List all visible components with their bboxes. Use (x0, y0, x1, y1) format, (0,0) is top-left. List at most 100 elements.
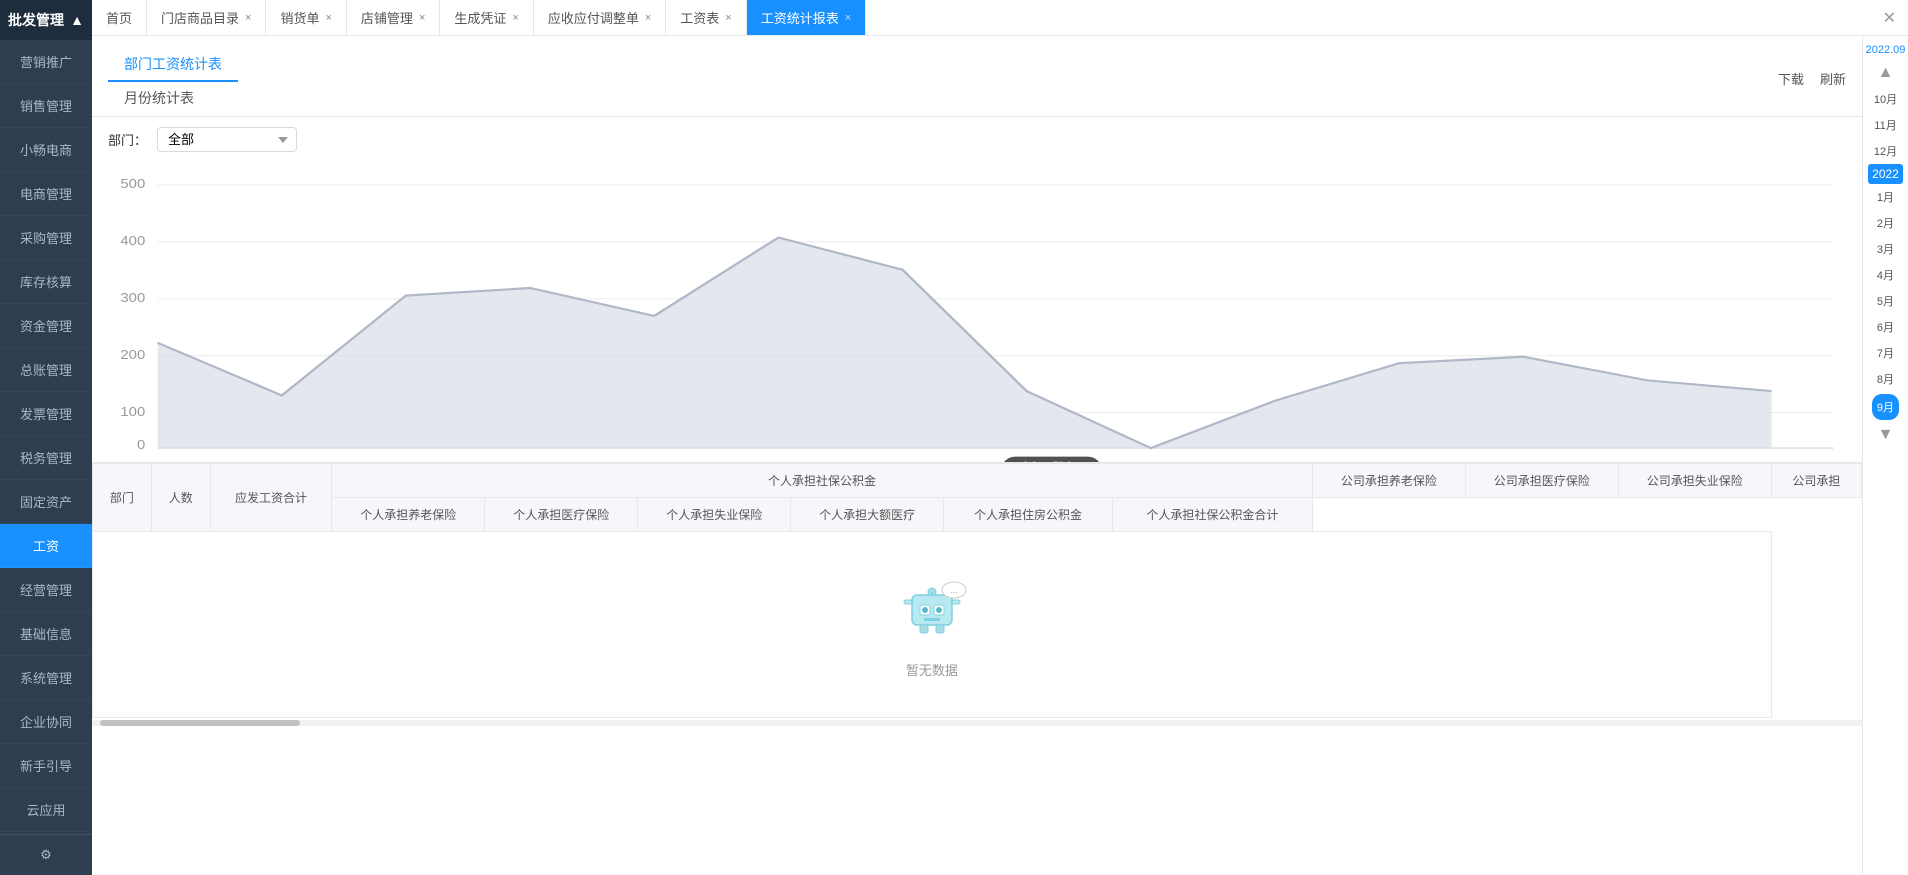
sidebar-item-15[interactable]: 企业协同 (0, 700, 92, 744)
timeline-month-11[interactable]: 8月 (1868, 366, 1903, 392)
tab-close-3[interactable]: × (419, 12, 425, 24)
th-total-wage: 应发工资合计 (210, 464, 332, 532)
svg-text:暂无数据: 暂无数据 (1022, 461, 1082, 462)
sidebar-header[interactable]: 批发管理 ▲ (0, 0, 92, 40)
tab-bar-close-button[interactable]: ✕ (1871, 8, 1908, 28)
tab-item-1[interactable]: 门店商品目录× (147, 0, 266, 36)
svg-text:...: ... (950, 585, 958, 595)
svg-text:400: 400 (120, 233, 145, 248)
toolbar: 部门： 全部 (92, 117, 1862, 162)
svg-text:500: 500 (120, 176, 145, 191)
timeline-month-9[interactable]: 6月 (1868, 314, 1903, 340)
toolbar-left: 部门： 全部 (108, 127, 297, 152)
sidebar-item-0[interactable]: 营销推广 (0, 40, 92, 84)
sidebar-item-9[interactable]: 税务管理 (0, 436, 92, 480)
svg-text:0: 0 (137, 437, 146, 452)
sidebar-item-8[interactable]: 发票管理 (0, 392, 92, 436)
empty-text: 暂无数据 (906, 660, 958, 679)
tab-bar: 首页门店商品目录×销货单×店铺管理×生成凭证×应收应付调整单×工资表×工资统计报… (92, 0, 1908, 36)
svg-text:100: 100 (120, 404, 145, 419)
svg-text:200: 200 (120, 347, 145, 362)
tab-item-2[interactable]: 销货单× (266, 0, 346, 36)
th-company-unemployment: 公司承担失业保险 (1618, 464, 1771, 498)
sidebar-item-16[interactable]: 新手引导 (0, 744, 92, 788)
sidebar-items: 营销推广销售管理小畅电商电商管理采购管理库存核算资金管理总账管理发票管理税务管理… (0, 40, 92, 832)
th-count: 人数 (151, 464, 210, 532)
sidebar-item-10[interactable]: 固定资产 (0, 480, 92, 524)
table-container[interactable]: 部门 人数 应发工资合计 个人承担社保公积金 公司承担养老保险 公司承担医疗保险… (92, 462, 1862, 875)
empty-cell: ... 暂无数据 (93, 532, 1772, 718)
timeline-month-6[interactable]: 3月 (1868, 236, 1903, 262)
tab-close-1[interactable]: × (245, 12, 251, 24)
tab-close-2[interactable]: × (325, 12, 331, 24)
empty-robot-icon: ... (892, 570, 972, 650)
chart-container: 500 400 300 200 100 0 (92, 162, 1862, 462)
sidebar: 批发管理 ▲ 营销推广销售管理小畅电商电商管理采购管理库存核算资金管理总账管理发… (0, 0, 92, 875)
sidebar-item-13[interactable]: 基础信息 (0, 612, 92, 656)
tab-item-0[interactable]: 首页 (92, 0, 147, 36)
th-personal-medical: 个人承担医疗保险 (485, 498, 638, 532)
th-personal-unemployment: 个人承担失业保险 (638, 498, 791, 532)
timeline-month-5[interactable]: 2月 (1868, 210, 1903, 236)
timeline-month-0[interactable]: 10月 (1868, 86, 1903, 112)
timeline-month-3[interactable]: 2022 (1868, 164, 1903, 184)
timeline-month-10[interactable]: 7月 (1868, 340, 1903, 366)
sidebar-item-3[interactable]: 电商管理 (0, 172, 92, 216)
sub-tab-0[interactable]: 部门工资统计表 (108, 48, 238, 82)
sidebar-item-11[interactable]: 工资 (0, 524, 92, 568)
sidebar-item-12[interactable]: 经营管理 (0, 568, 92, 612)
sidebar-item-7[interactable]: 总账管理 (0, 348, 92, 392)
tab-items: 首页门店商品目录×销货单×店铺管理×生成凭证×应收应付调整单×工资表×工资统计报… (92, 0, 866, 36)
tab-close-6[interactable]: × (725, 12, 731, 24)
sub-tabs: 部门工资统计表月份统计表 下载 刷新 (92, 36, 1862, 117)
th-personal-large-medical: 个人承担大额医疗 (791, 498, 944, 532)
timeline-month-8[interactable]: 5月 (1868, 288, 1903, 314)
th-dept: 部门 (93, 464, 152, 532)
th-company-medical: 公司承担医疗保险 (1465, 464, 1618, 498)
chart-svg: 500 400 300 200 100 0 (108, 172, 1846, 462)
timeline-nav-up[interactable]: ▲ (1874, 60, 1898, 86)
sidebar-item-17[interactable]: 云应用 (0, 788, 92, 832)
timeline-month-2[interactable]: 12月 (1868, 138, 1903, 164)
tab-item-3[interactable]: 店铺管理× (347, 0, 440, 36)
sidebar-item-14[interactable]: 系统管理 (0, 656, 92, 700)
content-area: 部门工资统计表月份统计表 下载 刷新 部门： 全部 (92, 36, 1862, 875)
tab-item-6[interactable]: 工资表× (666, 0, 746, 36)
tab-item-5[interactable]: 应收应付调整单× (534, 0, 666, 36)
sidebar-title: 批发管理 (8, 10, 64, 30)
th-personal-old: 个人承担养老保险 (332, 498, 485, 532)
sidebar-item-6[interactable]: 资金管理 (0, 304, 92, 348)
tab-close-7[interactable]: × (845, 12, 851, 24)
sidebar-item-2[interactable]: 小畅电商 (0, 128, 92, 172)
timeline-panel: 2022.09 ▲ 10月11月12月20221月2月3月4月5月6月7月8月9… (1862, 36, 1908, 875)
tab-close-4[interactable]: × (512, 12, 518, 24)
sidebar-item-4[interactable]: 采购管理 (0, 216, 92, 260)
th-personal-total: 个人承担社保公积金合计 (1112, 498, 1312, 532)
sidebar-item-5[interactable]: 库存核算 (0, 260, 92, 304)
timeline-month-12[interactable]: 9月 (1872, 394, 1899, 420)
timeline-current-date[interactable]: 2022.09 (1864, 40, 1908, 60)
toolbar-right-actions: 下载 刷新 (1778, 69, 1846, 96)
download-button[interactable]: 下载 (1778, 69, 1804, 88)
timeline-month-7[interactable]: 4月 (1868, 262, 1903, 288)
sidebar-toggle-icon: ▲ (70, 12, 84, 28)
empty-area: ... 暂无数据 (103, 540, 1761, 709)
th-personal-insurance: 个人承担社保公积金 (332, 464, 1313, 498)
timeline-nav-down[interactable]: ▼ (1874, 422, 1898, 448)
dept-label: 部门： (108, 130, 147, 149)
tab-close-5[interactable]: × (645, 12, 651, 24)
timeline-month-1[interactable]: 11月 (1868, 112, 1903, 138)
refresh-button[interactable]: 刷新 (1820, 69, 1846, 88)
dept-select[interactable]: 全部 (157, 127, 297, 152)
sidebar-item-1[interactable]: 销售管理 (0, 84, 92, 128)
tab-item-4[interactable]: 生成凭证× (440, 0, 533, 36)
sub-tab-1[interactable]: 月份统计表 (108, 82, 238, 116)
scrollbar-thumb[interactable] (100, 720, 300, 726)
timeline-month-4[interactable]: 1月 (1868, 184, 1903, 210)
scrollbar-track[interactable] (92, 720, 1862, 726)
data-table: 部门 人数 应发工资合计 个人承担社保公积金 公司承担养老保险 公司承担医疗保险… (92, 463, 1862, 718)
tab-item-7[interactable]: 工资统计报表× (747, 0, 866, 36)
page-wrapper: 部门工资统计表月份统计表 下载 刷新 部门： 全部 (92, 36, 1908, 875)
th-personal-housing: 个人承担住房公积金 (944, 498, 1113, 532)
sidebar-settings[interactable]: ⚙ (0, 834, 92, 875)
